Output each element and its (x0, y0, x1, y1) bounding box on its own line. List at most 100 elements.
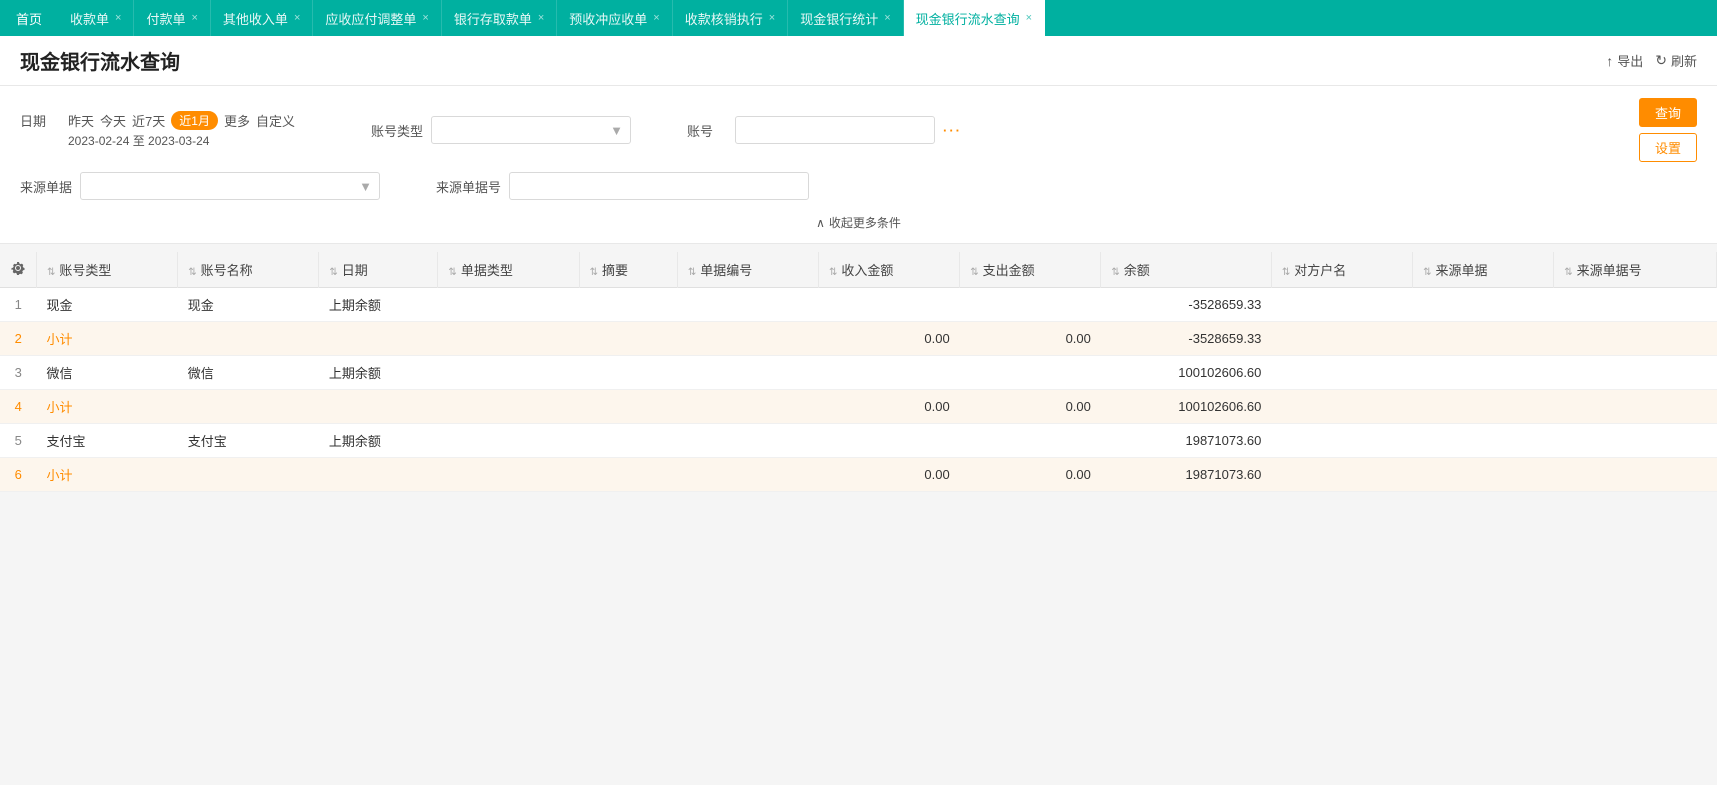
close-icon[interactable]: × (422, 12, 428, 24)
cell-account-type: 小计 (37, 390, 178, 424)
cell-expense: 0.00 (960, 390, 1101, 424)
tab-bank-flow-query[interactable]: 现金银行流水查询 × (904, 0, 1045, 36)
cell-source-doc (1413, 424, 1554, 458)
col-income[interactable]: ⇅收入金额 (819, 252, 960, 288)
cell-summary (579, 458, 677, 492)
cell-source-doc-no (1554, 322, 1717, 356)
tab-ap-ar-adjust[interactable]: 应收应付调整单 × (313, 0, 441, 36)
home-tab[interactable]: 首页 (0, 0, 58, 36)
col-settings[interactable] (0, 252, 37, 288)
cell-source-doc (1413, 458, 1554, 492)
cell-counterpart (1271, 356, 1412, 390)
table-row: 3 微信 微信 上期余额 100102606.60 (0, 356, 1717, 390)
cell-source-doc (1413, 288, 1554, 322)
date-today[interactable]: 今天 (100, 111, 126, 130)
export-button[interactable]: ↑ 导出 (1606, 51, 1643, 70)
cell-doc-type (438, 458, 579, 492)
cell-account-type: 现金 (37, 288, 178, 322)
close-icon[interactable]: × (191, 12, 197, 24)
cell-source-doc-no (1554, 390, 1717, 424)
cell-balance: -3528659.33 (1101, 322, 1272, 356)
cell-expense (960, 424, 1101, 458)
data-table-container: ⇅账号类型 ⇅账号名称 ⇅日期 ⇅单据类型 ⇅摘要 ⇅单据编号 ⇅收入金额 ⇅支… (0, 252, 1717, 492)
cell-doc-no (677, 424, 818, 458)
date-yesterday[interactable]: 昨天 (68, 111, 94, 130)
table-row: 2 小计 0.00 0.00 -3528659.33 (0, 322, 1717, 356)
cell-expense (960, 356, 1101, 390)
date-shortcuts: 昨天 今天 近7天 近1月 更多 自定义 (68, 111, 295, 130)
cell-summary (579, 356, 677, 390)
date-range-display: 2023-02-24 至 2023-03-24 (68, 132, 295, 149)
account-type-label: 账号类型 (371, 121, 423, 140)
cell-account-type: 支付宝 (37, 424, 178, 458)
row-number: 1 (0, 288, 37, 322)
cell-counterpart (1271, 390, 1412, 424)
cell-summary (579, 322, 677, 356)
col-source-doc[interactable]: ⇅来源单据 (1413, 252, 1554, 288)
source-doc-num-input[interactable] (509, 172, 809, 200)
gear-settings-icon (10, 260, 26, 276)
col-expense[interactable]: ⇅支出金额 (960, 252, 1101, 288)
close-icon[interactable]: × (294, 12, 300, 24)
cell-doc-type (438, 322, 579, 356)
col-balance[interactable]: ⇅余额 (1101, 252, 1272, 288)
account-type-select[interactable] (431, 116, 631, 144)
cell-date (319, 458, 438, 492)
cell-balance: 19871073.60 (1101, 424, 1272, 458)
cell-date (319, 322, 438, 356)
date-1month[interactable]: 近1月 (171, 111, 218, 130)
collapse-filter-button[interactable]: ∧ 收起更多条件 (20, 210, 1697, 235)
cell-expense: 0.00 (960, 322, 1101, 356)
table-row: 6 小计 0.00 0.00 19871073.60 (0, 458, 1717, 492)
cell-date: 上期余额 (319, 424, 438, 458)
cell-income (819, 356, 960, 390)
cell-date (319, 390, 438, 424)
source-doc-select[interactable] (80, 172, 380, 200)
col-summary[interactable]: ⇅摘要 (579, 252, 677, 288)
query-button[interactable]: 查询 (1639, 98, 1697, 127)
tab-receipts[interactable]: 收款单 × (58, 0, 134, 36)
cell-account-type: 小计 (37, 322, 178, 356)
date-7days[interactable]: 近7天 (132, 111, 165, 130)
filter-area: 日期 昨天 今天 近7天 近1月 更多 自定义 2023-02-24 至 202… (0, 86, 1717, 244)
cell-income: 0.00 (819, 458, 960, 492)
tab-collection-verify[interactable]: 收款核销执行 × (673, 0, 788, 36)
account-label: 账号 (687, 121, 727, 140)
col-counterpart[interactable]: ⇅对方户名 (1271, 252, 1412, 288)
filter-row-date: 日期 昨天 今天 近7天 近1月 更多 自定义 2023-02-24 至 202… (20, 98, 1697, 162)
col-account-name[interactable]: ⇅账号名称 (178, 252, 319, 288)
tab-advance-offset[interactable]: 预收冲应收单 × (557, 0, 672, 36)
chevron-up-icon: ∧ (816, 216, 825, 230)
col-account-type[interactable]: ⇅账号类型 (37, 252, 178, 288)
cell-account-name: 支付宝 (178, 424, 319, 458)
refresh-button[interactable]: ↻ 刷新 (1655, 51, 1697, 70)
close-icon[interactable]: × (769, 12, 775, 24)
col-doc-type[interactable]: ⇅单据类型 (438, 252, 579, 288)
cell-balance: 19871073.60 (1101, 458, 1272, 492)
col-date[interactable]: ⇅日期 (319, 252, 438, 288)
account-input[interactable] (735, 116, 935, 144)
cell-doc-no (677, 458, 818, 492)
tab-bank-stats[interactable]: 现金银行统计 × (788, 0, 903, 36)
date-custom[interactable]: 自定义 (256, 111, 295, 130)
col-source-doc-no[interactable]: ⇅来源单据号 (1554, 252, 1717, 288)
settings-button[interactable]: 设置 (1639, 133, 1697, 162)
col-doc-no[interactable]: ⇅单据编号 (677, 252, 818, 288)
date-more[interactable]: 更多 (224, 111, 250, 130)
account-ellipsis-button[interactable]: ··· (943, 123, 962, 138)
tab-bank-deposit[interactable]: 银行存取款单 × (442, 0, 557, 36)
close-icon[interactable]: × (653, 12, 659, 24)
source-doc-num-label: 来源单据号 (436, 177, 501, 196)
close-icon[interactable]: × (538, 12, 544, 24)
cell-doc-no (677, 322, 818, 356)
tab-other-income[interactable]: 其他收入单 × (211, 0, 313, 36)
close-icon[interactable]: × (1026, 12, 1032, 24)
row-number: 5 (0, 424, 37, 458)
cell-source-doc-no (1554, 356, 1717, 390)
cell-counterpart (1271, 288, 1412, 322)
close-icon[interactable]: × (884, 12, 890, 24)
tab-payments[interactable]: 付款单 × (134, 0, 210, 36)
cell-balance: -3528659.33 (1101, 288, 1272, 322)
close-icon[interactable]: × (115, 12, 121, 24)
cell-income (819, 424, 960, 458)
